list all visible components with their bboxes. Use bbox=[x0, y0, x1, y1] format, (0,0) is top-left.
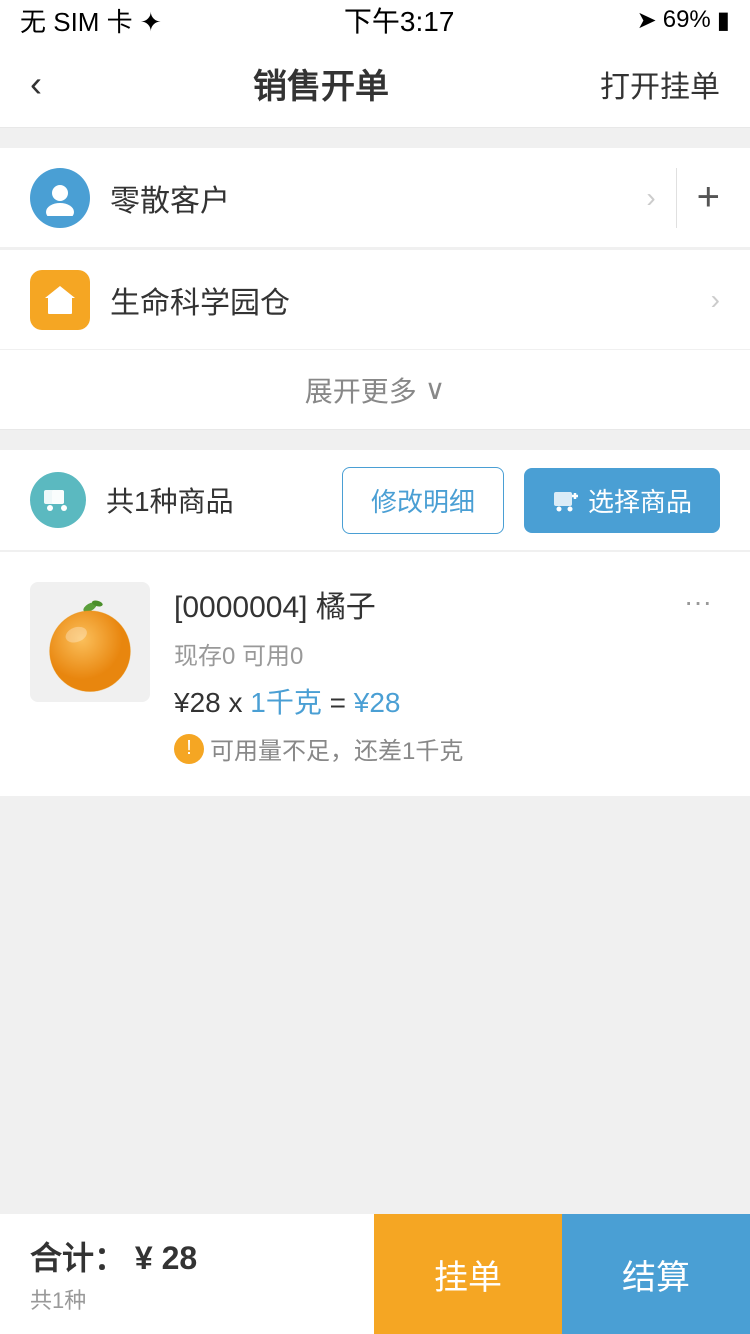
sim-label: 无 SIM 卡 ✦ bbox=[20, 2, 162, 39]
product-item: [0000004] 橘子 现存0 可用0 ¥28 x 1千克 = ¥28 ! 可… bbox=[0, 552, 750, 796]
status-right: ➤ 69% ▮ bbox=[637, 6, 730, 35]
product-menu-button[interactable]: ··· bbox=[676, 582, 720, 622]
product-name: [0000004] 橘子 bbox=[174, 582, 652, 626]
building-icon bbox=[42, 282, 78, 318]
orange-image bbox=[35, 587, 145, 697]
nav-bar: ‹ 销售开单 打开挂单 bbox=[0, 40, 750, 128]
warehouse-row[interactable]: 生命科学园仓 › bbox=[0, 250, 750, 350]
back-button[interactable]: ‹ bbox=[30, 63, 42, 105]
product-count-icon bbox=[30, 472, 86, 528]
total-value: ¥28 bbox=[354, 687, 401, 718]
total-label: 合计： bbox=[30, 1240, 126, 1276]
select-product-button[interactable]: 选择商品 bbox=[524, 468, 720, 533]
expand-more-row[interactable]: 展开更多 ∨ bbox=[0, 350, 750, 430]
quantity-value: 1千克 bbox=[250, 687, 322, 718]
location-icon: ➤ bbox=[637, 6, 657, 35]
expand-more-label: 展开更多 bbox=[305, 370, 417, 410]
product-warning: ! 可用量不足，还差1千克 bbox=[174, 731, 652, 766]
total-amount: 合计： ¥ 28 bbox=[30, 1233, 344, 1279]
product-info: [0000004] 橘子 现存0 可用0 ¥28 x 1千克 = ¥28 ! 可… bbox=[174, 582, 652, 766]
status-bar: 无 SIM 卡 ✦ 下午3:17 ➤ 69% ▮ bbox=[0, 0, 750, 40]
warehouse-icon bbox=[30, 270, 90, 330]
cart-icon bbox=[42, 484, 74, 516]
open-pending-button[interactable]: 打开挂单 bbox=[600, 62, 720, 106]
bottom-bar: 合计： ¥ 28 共1种 挂单 结算 bbox=[0, 1214, 750, 1334]
page-title: 销售开单 bbox=[253, 59, 389, 108]
add-customer-button[interactable]: + bbox=[676, 168, 720, 228]
product-header: 共1种商品 修改明细 选择商品 bbox=[0, 450, 750, 550]
product-price: ¥28 x 1千克 = ¥28 bbox=[174, 681, 652, 721]
chevron-down-icon: ∨ bbox=[425, 373, 446, 406]
customer-arrow-icon: › bbox=[646, 182, 655, 214]
multiply-sign: x bbox=[229, 687, 251, 718]
product-image bbox=[30, 582, 150, 702]
product-count-label: 共1种商品 bbox=[106, 480, 322, 520]
divider-top bbox=[0, 128, 750, 148]
person-icon bbox=[42, 180, 78, 216]
customer-row[interactable]: 零散客户 › + bbox=[0, 148, 750, 248]
customer-avatar bbox=[30, 168, 90, 228]
customer-name: 零散客户 bbox=[110, 176, 646, 220]
status-time: 下午3:17 bbox=[344, 0, 455, 40]
modify-detail-button[interactable]: 修改明细 bbox=[342, 467, 504, 534]
add-cart-icon bbox=[552, 486, 580, 514]
warning-icon: ! bbox=[174, 734, 204, 764]
hang-order-button[interactable]: 挂单 bbox=[374, 1214, 562, 1334]
total-section: 合计： ¥ 28 共1种 bbox=[0, 1233, 374, 1315]
status-left: 无 SIM 卡 ✦ bbox=[20, 2, 162, 39]
checkout-button[interactable]: 结算 bbox=[562, 1214, 750, 1334]
equals-sign: = bbox=[330, 687, 354, 718]
total-value: ¥ 28 bbox=[135, 1240, 197, 1276]
price-value: ¥28 bbox=[174, 687, 221, 718]
warehouse-arrow-icon: › bbox=[711, 284, 720, 316]
battery-icon: ▮ bbox=[717, 6, 730, 35]
warehouse-name: 生命科学园仓 bbox=[110, 278, 711, 322]
battery-label: 69% bbox=[663, 6, 711, 34]
select-product-label: 选择商品 bbox=[588, 482, 692, 519]
total-count: 共1种 bbox=[30, 1283, 344, 1315]
product-stock: 现存0 可用0 bbox=[174, 636, 652, 671]
warning-text: 可用量不足，还差1千克 bbox=[210, 731, 463, 766]
